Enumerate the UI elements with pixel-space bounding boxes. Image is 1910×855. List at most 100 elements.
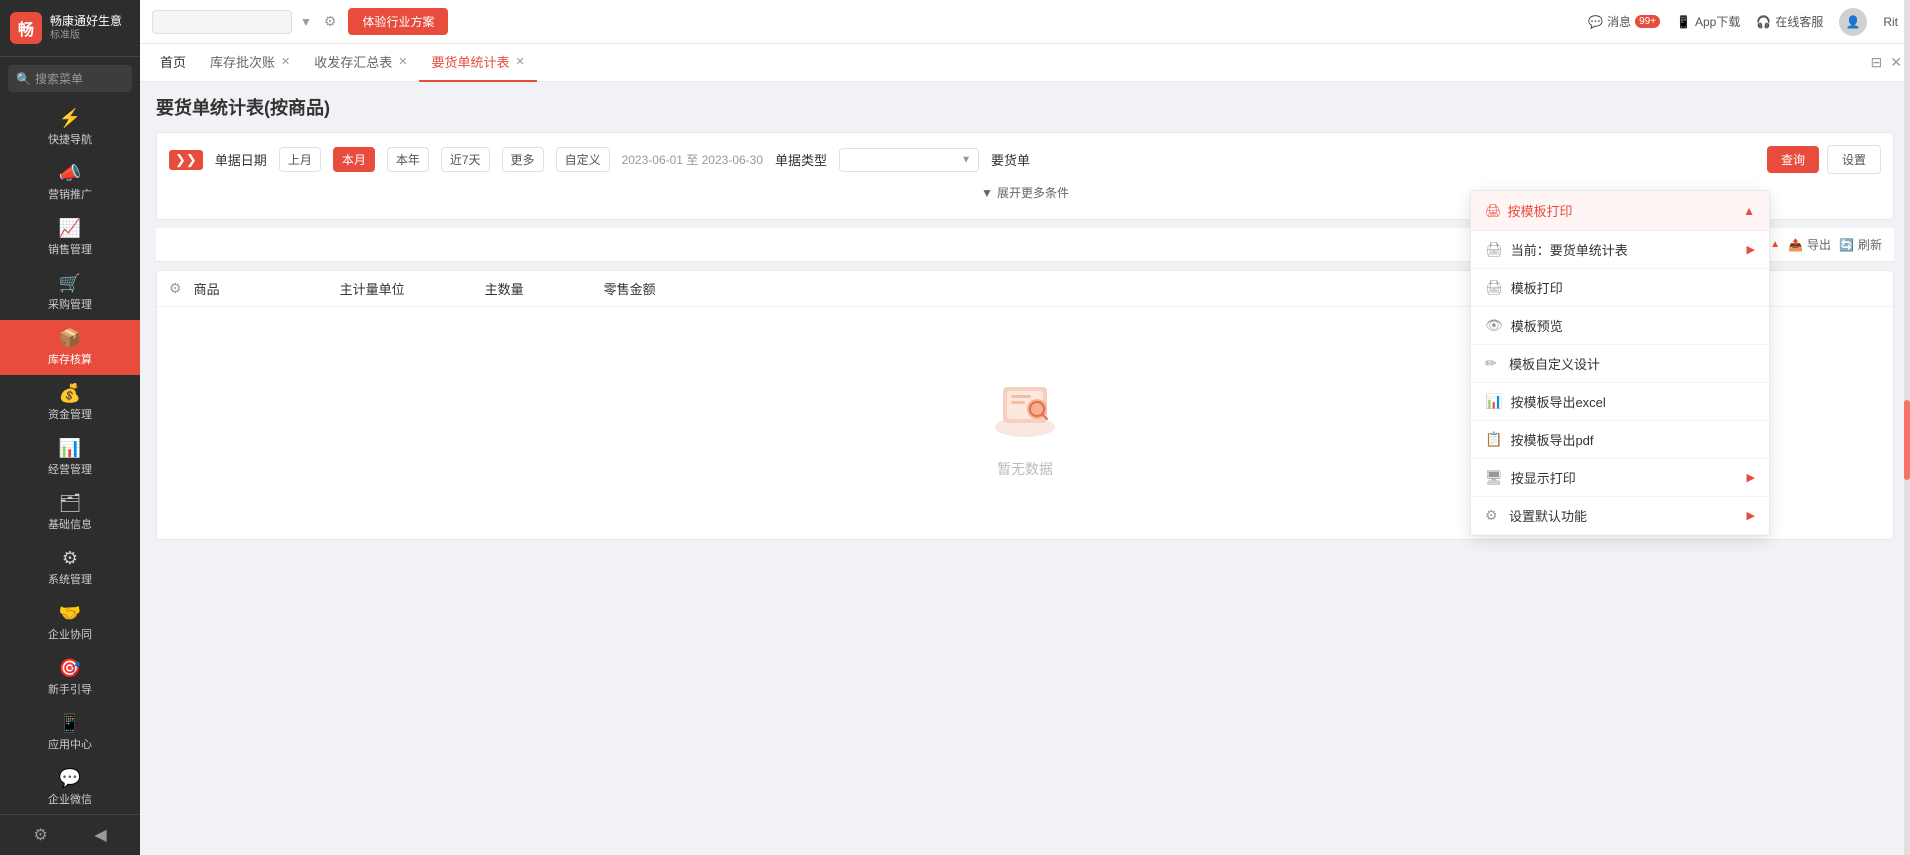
display-print-icon: 🖥: [1485, 469, 1503, 486]
filter-query-row: 查询 设置: [1767, 145, 1881, 174]
sidebar-item-sales[interactable]: 📈 销售管理: [0, 210, 140, 265]
dropdown-current-item[interactable]: 🖨 当前：要货单统计表 ▶: [1471, 231, 1769, 269]
sidebar-item-basic[interactable]: 🗂 基础信息: [0, 485, 140, 540]
sidebar-item-system[interactable]: ⚙ 系统管理: [0, 540, 140, 595]
settings-footer-btn[interactable]: ⚙: [33, 825, 47, 845]
sidebar-label-appstore: 应用中心: [48, 736, 92, 752]
app-download-btn[interactable]: 📱 App下载: [1676, 13, 1740, 30]
tab-order-stats[interactable]: 要货单统计表 ✕: [419, 44, 536, 82]
type-select[interactable]: [839, 148, 979, 172]
dropdown-title: 按模板打印: [1508, 201, 1573, 220]
tab-expand-btn[interactable]: ⊟: [1871, 54, 1883, 71]
date-btn-current-year[interactable]: 本年: [387, 147, 429, 172]
avatar-icon: 👤: [1846, 15, 1861, 29]
date-btn-more[interactable]: 更多: [502, 147, 544, 172]
tab-inventory-batch-close[interactable]: ✕: [281, 55, 290, 68]
sidebar-item-marketing[interactable]: 📣 营销推广: [0, 155, 140, 210]
sidebar-item-inventory[interactable]: 📦 库存核算: [0, 320, 140, 375]
message-icon: 💬: [1588, 15, 1603, 29]
dropdown-item-template-preview[interactable]: 👁 模板预览: [1471, 307, 1769, 345]
expand-more-icon: ▼: [981, 186, 993, 200]
newbie-icon: 🎯: [59, 658, 81, 679]
sidebar-item-newbie[interactable]: 🎯 新手引导: [0, 650, 140, 705]
scrollbar[interactable]: [1904, 0, 1910, 855]
dropdown-item-template-print[interactable]: 🖨 模板打印: [1471, 269, 1769, 307]
sidebar-label-finance: 资金管理: [48, 406, 92, 422]
collab-icon: 🤝: [59, 603, 81, 624]
date-btn-prev-month[interactable]: 上月: [279, 147, 321, 172]
nav-chevron-icon[interactable]: ▼: [300, 15, 312, 29]
filter-expand-icon[interactable]: ❯❯: [169, 150, 203, 170]
table-gear-icon[interactable]: ⚙: [169, 280, 182, 297]
sidebar-item-appstore[interactable]: 📱 应用中心: [0, 705, 140, 760]
dropdown-chevron-up[interactable]: ▲: [1743, 204, 1755, 218]
marketing-icon: 📣: [59, 163, 81, 184]
sidebar-label-collab: 企业协同: [48, 626, 92, 642]
sidebar-search[interactable]: 🔍 搜索菜单: [8, 65, 132, 92]
default-settings-label: 设置默认功能: [1509, 506, 1587, 525]
export-icon: 📤: [1788, 238, 1803, 252]
operations-icon: 📊: [59, 438, 81, 459]
dropdown-item-display-print[interactable]: 🖥 按显示打印 ▶: [1471, 459, 1769, 497]
export-label: 导出: [1807, 236, 1831, 253]
export-btn[interactable]: 📤 导出: [1788, 236, 1831, 253]
col-unit: 主计量单位: [340, 279, 405, 298]
online-support-btn[interactable]: 🎧 在线客服: [1756, 13, 1823, 30]
trial-btn[interactable]: 体验行业方案: [348, 8, 448, 35]
type-select-wrapper: ▼: [839, 148, 979, 172]
online-support-label: 在线客服: [1775, 13, 1823, 30]
collapse-sidebar-btn[interactable]: ◀: [94, 825, 106, 845]
sidebar-item-purchase[interactable]: 🛒 采购管理: [0, 265, 140, 320]
tab-order-stats-close[interactable]: ✕: [516, 55, 525, 68]
topbar-gear-icon[interactable]: ⚙: [324, 13, 337, 30]
page-title: 要货单统计表(按商品): [156, 94, 1894, 120]
nav-search-input[interactable]: [152, 10, 292, 34]
query-button[interactable]: 查询: [1767, 146, 1819, 173]
sidebar-item-quick[interactable]: ⚡ 快捷导航: [0, 100, 140, 155]
user-avatar[interactable]: 👤: [1839, 8, 1867, 36]
template-pdf-label: 按模板导出pdf: [1510, 430, 1593, 449]
settings-button[interactable]: 设置: [1827, 145, 1881, 174]
messages-btn[interactable]: 💬 消息 99+: [1588, 13, 1660, 30]
sidebar-label-newbie: 新手引导: [48, 681, 92, 697]
app-version: 标准版: [50, 29, 122, 42]
sidebar-label-operations: 经营管理: [48, 461, 92, 477]
page-content: 要货单统计表(按商品) ❯❯ 单据日期 上月 本月 本年 近7天 更多 自定义 …: [140, 82, 1910, 855]
tab-receive-summary[interactable]: 收发存汇总表 ✕: [302, 44, 419, 82]
messages-label: 消息: [1607, 13, 1631, 30]
search-icon: 🔍: [16, 72, 31, 86]
col-product: 商品: [194, 279, 220, 298]
scrollbar-thumb: [1904, 400, 1910, 480]
dropdown-item-default-settings[interactable]: ⚙ 设置默认功能 ▶: [1471, 497, 1769, 535]
username-label: Rit: [1883, 15, 1898, 29]
tab-inventory-batch[interactable]: 库存批次账 ✕: [198, 44, 302, 82]
dropdown-item-template-design[interactable]: ✏ 模板自定义设计: [1471, 345, 1769, 383]
tab-home[interactable]: 首页: [148, 44, 198, 82]
app-logo: 畅 畅康通好生意 标准版: [0, 0, 140, 57]
sidebar-item-collab[interactable]: 🤝 企业协同: [0, 595, 140, 650]
refresh-label: 刷新: [1858, 236, 1882, 253]
sidebar-item-finance[interactable]: 💰 资金管理: [0, 375, 140, 430]
dropdown-current-arrow: ▶: [1747, 243, 1755, 256]
refresh-btn[interactable]: 🔄 刷新: [1839, 236, 1882, 253]
template-design-icon: ✏: [1485, 355, 1501, 372]
dropdown-item-template-excel[interactable]: 📊 按模板导出excel: [1471, 383, 1769, 421]
sidebar-label-basic: 基础信息: [48, 516, 92, 532]
quick-icon: ⚡: [59, 108, 81, 129]
date-btn-custom[interactable]: 自定义: [556, 147, 610, 172]
template-pdf-icon: 📋: [1485, 431, 1502, 448]
dropdown-current-label: 当前：要货单统计表: [1511, 240, 1628, 259]
sidebar-item-operations[interactable]: 📊 经营管理: [0, 430, 140, 485]
date-btn-current-month[interactable]: 本月: [333, 147, 375, 172]
date-btn-7days[interactable]: 近7天: [441, 147, 490, 172]
filter-collapse-btn[interactable]: ❯❯: [169, 150, 203, 170]
sidebar-item-wechat[interactable]: 💬 企业微信: [0, 760, 140, 814]
tab-order-stats-label: 要货单统计表: [431, 52, 509, 71]
dropdown-print-icon: 🖨: [1485, 203, 1502, 219]
tab-close-all-btn[interactable]: ✕: [1890, 54, 1902, 71]
tab-inventory-batch-label: 库存批次账: [210, 52, 275, 71]
dropdown-item-template-pdf[interactable]: 📋 按模板导出pdf: [1471, 421, 1769, 459]
main-content: ▼ ⚙ 体验行业方案 💬 消息 99+ 📱 App下载 🎧 在线客服 👤 Rit: [140, 0, 1910, 855]
sidebar: 畅 畅康通好生意 标准版 🔍 搜索菜单 ⚡ 快捷导航 📣 营销推广 📈 销售管理…: [0, 0, 140, 855]
tab-receive-summary-close[interactable]: ✕: [398, 55, 407, 68]
